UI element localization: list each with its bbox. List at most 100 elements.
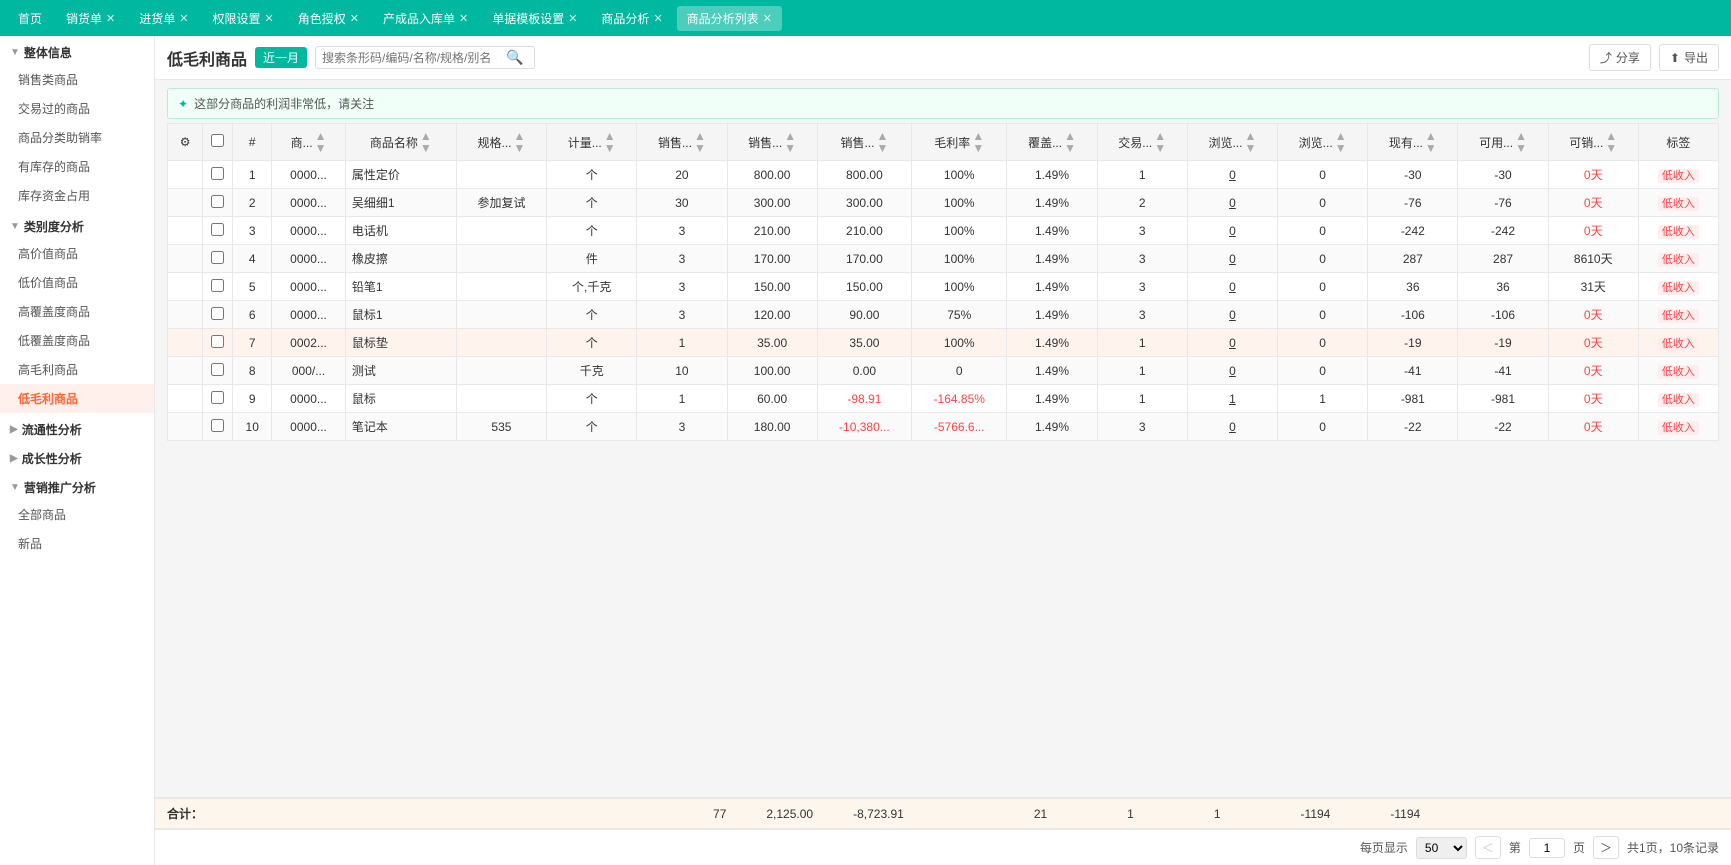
nav-product-storage[interactable]: 产成品入库单 ✕ <box>373 6 478 31</box>
cell-sale-amount: 800.00 <box>817 161 911 189</box>
nav-sales-order[interactable]: 销货单 ✕ <box>56 6 125 31</box>
cell-checkbox[interactable] <box>203 301 233 329</box>
sidebar-item-high-coverage[interactable]: 高覆盖度商品 <box>0 297 154 326</box>
sidebar-item-all-goods[interactable]: 全部商品 <box>0 500 154 529</box>
nav-close-template[interactable]: ✕ <box>568 12 577 25</box>
row-checkbox-9[interactable] <box>211 419 224 432</box>
cell-browse1[interactable]: 0 <box>1187 189 1277 217</box>
row-checkbox-6[interactable] <box>211 335 224 348</box>
data-table: ⚙ # 商...▲▼ 商品名称▲▼ 规格...▲▼ 计量...▲▼ 销售...▲… <box>167 123 1719 441</box>
th-sale-qty[interactable]: 销售...▲▼ <box>637 124 727 161</box>
cell-name: 鼠标 <box>345 385 456 413</box>
cell-browse1[interactable]: 0 <box>1187 217 1277 245</box>
cell-browse1[interactable]: 0 <box>1187 301 1277 329</box>
cell-transaction: 3 <box>1097 245 1187 273</box>
search-input[interactable] <box>322 51 502 65</box>
cell-checkbox[interactable] <box>203 245 233 273</box>
nav-close-purchase[interactable]: ✕ <box>179 12 188 25</box>
sidebar-item-category-rate[interactable]: 商品分类助销率 <box>0 123 154 152</box>
cell-checkbox[interactable] <box>203 329 233 357</box>
sidebar-item-traded-goods[interactable]: 交易过的商品 <box>0 94 154 123</box>
th-available[interactable]: 可用...▲▼ <box>1458 124 1548 161</box>
th-sale-price[interactable]: 销售...▲▼ <box>727 124 817 161</box>
nav-close-sales[interactable]: ✕ <box>106 12 115 25</box>
cell-browse1[interactable]: 0 <box>1187 357 1277 385</box>
search-icon[interactable]: 🔍 <box>506 49 523 66</box>
th-current[interactable]: 现有...▲▼ <box>1368 124 1458 161</box>
sidebar-item-low-margin[interactable]: 低毛利商品 <box>0 384 154 413</box>
prev-page-button[interactable]: ＜ <box>1475 836 1501 859</box>
next-page-button[interactable]: ＞ <box>1593 836 1619 859</box>
cell-browse1[interactable]: 0 <box>1187 329 1277 357</box>
sidebar-item-sales-goods[interactable]: 销售类商品 <box>0 65 154 94</box>
th-checkbox[interactable] <box>203 124 233 161</box>
sidebar-group-category[interactable]: ▼ 类别度分析 <box>0 210 154 239</box>
nav-purchase-order[interactable]: 进货单 ✕ <box>129 6 198 31</box>
cell-checkbox[interactable] <box>203 189 233 217</box>
sidebar-item-inventory-capital[interactable]: 库存资金占用 <box>0 181 154 210</box>
nav-close-product[interactable]: ✕ <box>459 12 468 25</box>
export-button[interactable]: ⬆ 导出 <box>1659 44 1719 71</box>
th-transaction[interactable]: 交易...▲▼ <box>1097 124 1187 161</box>
row-checkbox-2[interactable] <box>211 223 224 236</box>
sidebar-item-high-value[interactable]: 高价值商品 <box>0 239 154 268</box>
chevron-down-icon-3: ▼ <box>10 482 20 493</box>
cell-name: 测试 <box>345 357 456 385</box>
th-coverage[interactable]: 覆盖...▲▼ <box>1007 124 1097 161</box>
nav-close-permission[interactable]: ✕ <box>265 12 274 25</box>
cell-browse1[interactable]: 0 <box>1187 161 1277 189</box>
nav-role-auth[interactable]: 角色授权 ✕ <box>288 6 369 31</box>
nav-goods-analysis-list[interactable]: 商品分析列表 ✕ <box>677 6 782 31</box>
row-checkbox-4[interactable] <box>211 279 224 292</box>
nav-template[interactable]: 单据模板设置 ✕ <box>482 6 587 31</box>
row-checkbox-7[interactable] <box>211 363 224 376</box>
nav-permission[interactable]: 权限设置 ✕ <box>202 6 283 31</box>
time-tag[interactable]: 近一月 <box>255 47 307 68</box>
th-name[interactable]: 商品名称▲▼ <box>345 124 456 161</box>
sidebar-item-in-stock[interactable]: 有库存的商品 <box>0 152 154 181</box>
cell-checkbox[interactable] <box>203 273 233 301</box>
th-spec[interactable]: 规格...▲▼ <box>456 124 546 161</box>
nav-close-goods-list[interactable]: ✕ <box>763 12 772 25</box>
sidebar-group-overall[interactable]: ▼ 整体信息 <box>0 36 154 65</box>
sidebar-item-new-goods[interactable]: 新品 <box>0 529 154 558</box>
th-unit[interactable]: 计量...▲▼ <box>547 124 637 161</box>
cell-checkbox[interactable] <box>203 161 233 189</box>
nav-home[interactable]: 首页 <box>8 6 52 31</box>
cell-checkbox[interactable] <box>203 413 233 441</box>
th-settings[interactable]: ⚙ <box>168 124 203 161</box>
th-browse1[interactable]: 浏览...▲▼ <box>1187 124 1277 161</box>
table-container[interactable]: ⚙ # 商...▲▼ 商品名称▲▼ 规格...▲▼ 计量...▲▼ 销售...▲… <box>167 123 1719 797</box>
cell-browse1[interactable]: 0 <box>1187 413 1277 441</box>
cell-browse1[interactable]: 0 <box>1187 273 1277 301</box>
sidebar-group-liquidity[interactable]: ▶ 流通性分析 <box>0 413 154 442</box>
cell-browse1[interactable]: 0 <box>1187 245 1277 273</box>
share-button[interactable]: ⤴ 分享 <box>1589 44 1651 71</box>
cell-checkbox[interactable] <box>203 217 233 245</box>
sidebar-item-high-margin[interactable]: 高毛利商品 <box>0 355 154 384</box>
nav-goods-analysis[interactable]: 商品分析 ✕ <box>591 6 672 31</box>
cell-browse1[interactable]: 1 <box>1187 385 1277 413</box>
sidebar-group-growth[interactable]: ▶ 成长性分析 <box>0 442 154 471</box>
nav-close-role[interactable]: ✕ <box>350 12 359 25</box>
th-code[interactable]: 商...▲▼ <box>272 124 346 161</box>
select-all-checkbox[interactable] <box>211 134 224 147</box>
row-checkbox-5[interactable] <box>211 307 224 320</box>
cell-checkbox[interactable] <box>203 385 233 413</box>
th-gross-margin[interactable]: 毛利率▲▼ <box>912 124 1007 161</box>
cell-checkbox[interactable] <box>203 357 233 385</box>
row-checkbox-3[interactable] <box>211 251 224 264</box>
cell-transaction: 3 <box>1097 217 1187 245</box>
sidebar-item-low-value[interactable]: 低价值商品 <box>0 268 154 297</box>
th-sale-amount[interactable]: 销售...▲▼ <box>817 124 911 161</box>
row-checkbox-1[interactable] <box>211 195 224 208</box>
sidebar-group-marketing[interactable]: ▼ 营销推广分析 <box>0 471 154 500</box>
row-checkbox-8[interactable] <box>211 391 224 404</box>
sidebar-item-low-coverage[interactable]: 低覆盖度商品 <box>0 326 154 355</box>
th-browse2[interactable]: 浏览...▲▼ <box>1278 124 1368 161</box>
th-saleable[interactable]: 可销...▲▼ <box>1548 124 1638 161</box>
page-number-input[interactable] <box>1529 838 1565 858</box>
page-size-select[interactable]: 50 100 200 <box>1416 837 1467 859</box>
nav-close-goods-analysis[interactable]: ✕ <box>653 12 662 25</box>
row-checkbox-0[interactable] <box>211 167 224 180</box>
